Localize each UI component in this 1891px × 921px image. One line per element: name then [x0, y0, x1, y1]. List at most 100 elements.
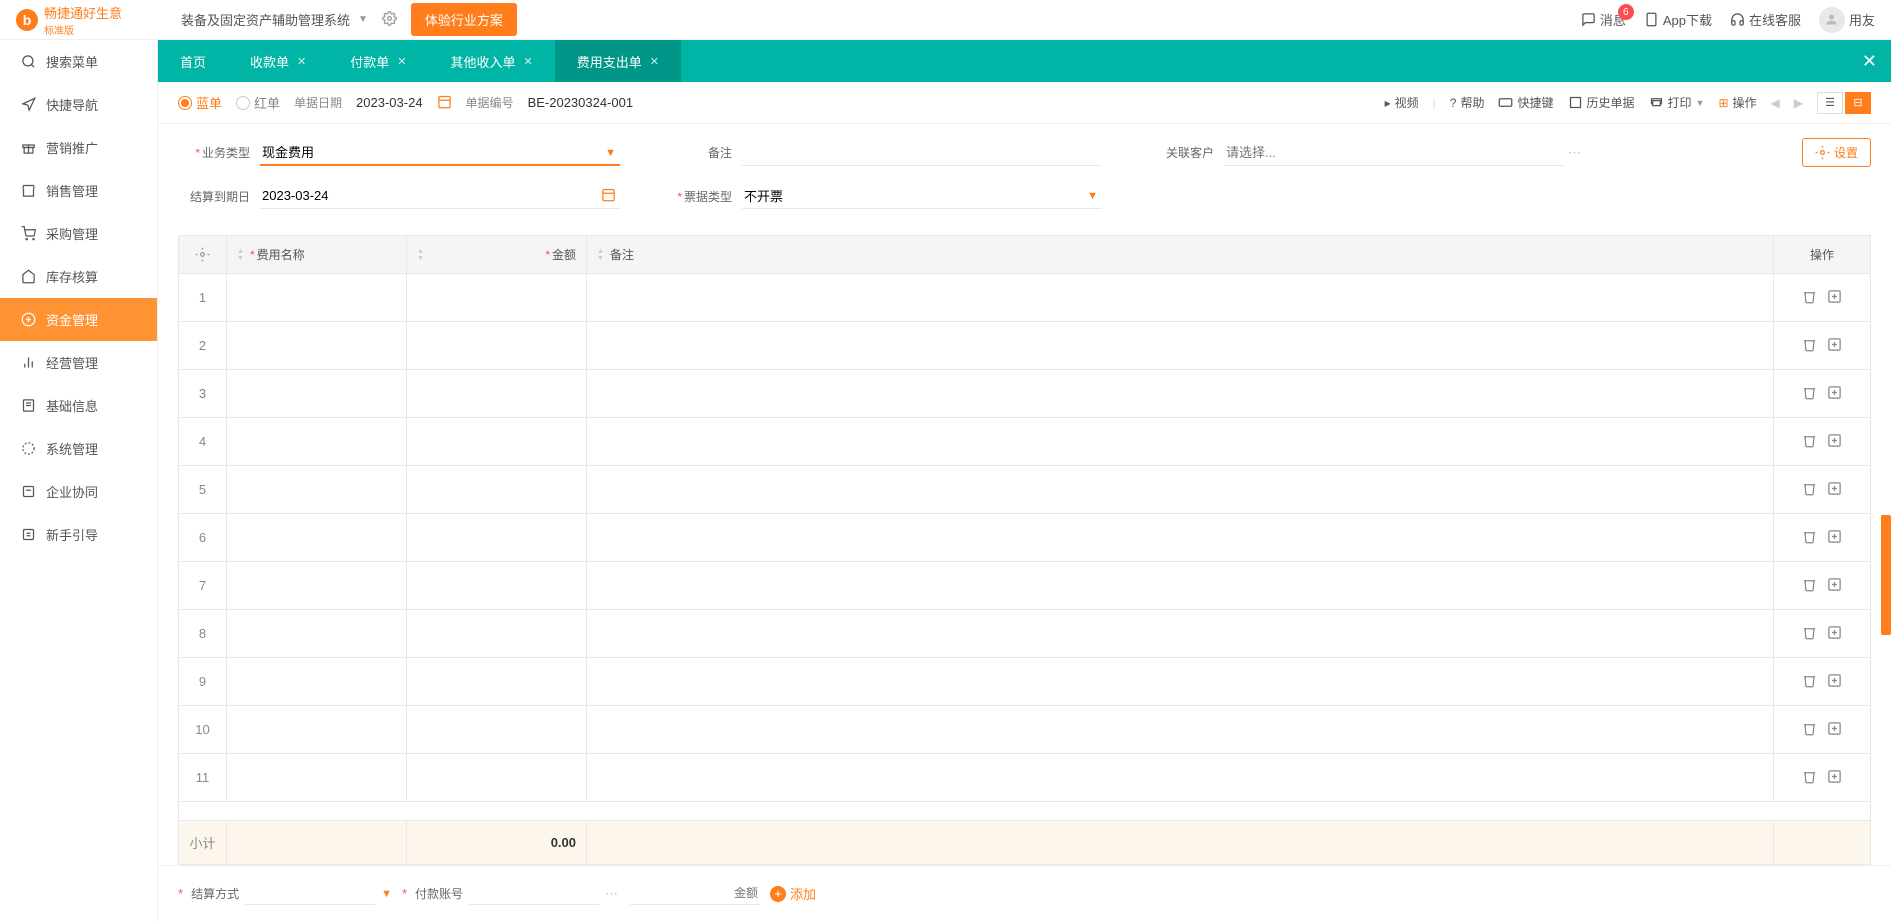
th-name[interactable]: ▲▼*费用名称 — [227, 236, 407, 273]
messages-link[interactable]: 消息 6 — [1581, 10, 1626, 29]
cell-name[interactable] — [227, 610, 407, 657]
cell-name[interactable] — [227, 562, 407, 609]
cell-remark[interactable] — [587, 706, 1774, 753]
settings-button[interactable]: 设置 — [1802, 138, 1871, 167]
cell-amount[interactable] — [407, 754, 587, 801]
sidebar-item-finance[interactable]: 资金管理 — [0, 298, 157, 341]
sidebar-item-purchase[interactable]: 采购管理 — [0, 212, 157, 255]
cell-amount[interactable] — [407, 418, 587, 465]
cell-remark[interactable] — [587, 754, 1774, 801]
tab-receipt[interactable]: 收款单✕ — [228, 40, 328, 82]
industry-solution-button[interactable]: 体验行业方案 — [411, 3, 517, 36]
cell-amount[interactable] — [407, 658, 587, 705]
cell-name[interactable] — [227, 658, 407, 705]
account-select[interactable] — [469, 882, 599, 905]
next-button[interactable]: ▶ — [1794, 96, 1803, 110]
delete-row-icon[interactable] — [1802, 529, 1817, 547]
calendar-icon[interactable] — [437, 94, 452, 112]
add-row-icon[interactable] — [1827, 577, 1842, 595]
video-button[interactable]: ▸ 视频 — [1385, 94, 1419, 111]
delete-row-icon[interactable] — [1802, 769, 1817, 787]
tab-payment[interactable]: 付款单✕ — [328, 40, 428, 82]
delete-row-icon[interactable] — [1802, 577, 1817, 595]
cell-name[interactable] — [227, 514, 407, 561]
amount-input[interactable] — [630, 882, 760, 905]
ellipsis-icon[interactable]: ⋯ — [1568, 145, 1581, 161]
tab-expense[interactable]: 费用支出单✕ — [555, 40, 681, 82]
cell-amount[interactable] — [407, 322, 587, 369]
add-row-icon[interactable] — [1827, 289, 1842, 307]
chevron-down-icon[interactable]: ▼ — [1087, 190, 1098, 202]
cell-name[interactable] — [227, 370, 407, 417]
close-icon[interactable]: ✕ — [650, 55, 659, 68]
delete-row-icon[interactable] — [1802, 337, 1817, 355]
help-button[interactable]: ? 帮助 — [1450, 94, 1485, 111]
add-row-icon[interactable] — [1827, 529, 1842, 547]
app-download-link[interactable]: App下载 — [1644, 10, 1712, 29]
cell-remark[interactable] — [587, 466, 1774, 513]
close-icon[interactable]: ✕ — [297, 55, 306, 68]
sidebar-item-collab[interactable]: 企业协同 — [0, 470, 157, 513]
add-row-icon[interactable] — [1827, 385, 1842, 403]
user-menu[interactable]: 用友 — [1819, 7, 1875, 33]
print-button[interactable]: 打印 ▼ — [1649, 94, 1705, 111]
sidebar-item-basic[interactable]: 基础信息 — [0, 384, 157, 427]
cell-name[interactable] — [227, 754, 407, 801]
close-icon[interactable]: ✕ — [524, 55, 533, 68]
settle-date-input[interactable] — [260, 183, 620, 209]
date-value[interactable]: 2023-03-24 — [356, 95, 423, 110]
sidebar-item-quicknav[interactable]: 快捷导航 — [0, 83, 157, 126]
delete-row-icon[interactable] — [1802, 721, 1817, 739]
history-button[interactable]: 历史单据 — [1568, 94, 1635, 111]
cell-remark[interactable] — [587, 370, 1774, 417]
close-all-tabs-icon[interactable]: ✕ — [1862, 51, 1877, 72]
cell-remark[interactable] — [587, 658, 1774, 705]
cell-name[interactable] — [227, 322, 407, 369]
system-selector[interactable]: 装备及固定资产辅助管理系统 ▼ — [181, 10, 368, 29]
sort-icon[interactable]: ▲▼ — [237, 248, 244, 262]
cell-amount[interactable] — [407, 514, 587, 561]
delete-row-icon[interactable] — [1802, 625, 1817, 643]
delete-row-icon[interactable] — [1802, 481, 1817, 499]
add-row-icon[interactable] — [1827, 625, 1842, 643]
cell-amount[interactable] — [407, 466, 587, 513]
cell-name[interactable] — [227, 706, 407, 753]
prev-button[interactable]: ◀ — [1771, 96, 1780, 110]
cell-name[interactable] — [227, 418, 407, 465]
add-row-icon[interactable] — [1827, 769, 1842, 787]
cell-name[interactable] — [227, 466, 407, 513]
add-button[interactable]: + 添加 — [770, 884, 816, 903]
scrollbar-thumb[interactable] — [1881, 515, 1891, 635]
cell-remark[interactable] — [587, 274, 1774, 321]
cell-amount[interactable] — [407, 610, 587, 657]
cell-remark[interactable] — [587, 610, 1774, 657]
sidebar-item-operation[interactable]: 经营管理 — [0, 341, 157, 384]
sidebar-item-system[interactable]: 系统管理 — [0, 427, 157, 470]
invoice-type-select[interactable] — [742, 183, 1102, 209]
sort-icon[interactable]: ▲▼ — [597, 248, 604, 262]
biz-type-select[interactable] — [260, 139, 620, 166]
calendar-icon[interactable] — [601, 187, 616, 205]
cell-amount[interactable] — [407, 706, 587, 753]
customer-service-link[interactable]: 在线客服 — [1730, 10, 1801, 29]
th-gear[interactable] — [179, 236, 227, 273]
cell-name[interactable] — [227, 274, 407, 321]
ops-button[interactable]: ⊞ 操作 — [1718, 94, 1756, 111]
sidebar-item-marketing[interactable]: 营销推广 — [0, 126, 157, 169]
sidebar-item-inventory[interactable]: 库存核算 — [0, 255, 157, 298]
chevron-down-icon[interactable]: ▼ — [605, 147, 616, 159]
close-icon[interactable]: ✕ — [397, 55, 406, 68]
sort-icon[interactable]: ▲▼ — [417, 248, 424, 262]
customer-select[interactable] — [1224, 140, 1564, 166]
view-detail-button[interactable]: ⊟ — [1845, 92, 1871, 114]
radio-blue[interactable]: 蓝单 — [178, 93, 222, 112]
cell-amount[interactable] — [407, 562, 587, 609]
cell-remark[interactable] — [587, 514, 1774, 561]
delete-row-icon[interactable] — [1802, 673, 1817, 691]
delete-row-icon[interactable] — [1802, 289, 1817, 307]
th-remark[interactable]: ▲▼备注 — [587, 236, 1774, 273]
radio-red[interactable]: 红单 — [236, 93, 280, 112]
th-amount[interactable]: ▲▼*金额 — [407, 236, 587, 273]
sidebar-item-sales[interactable]: 销售管理 — [0, 169, 157, 212]
add-row-icon[interactable] — [1827, 433, 1842, 451]
